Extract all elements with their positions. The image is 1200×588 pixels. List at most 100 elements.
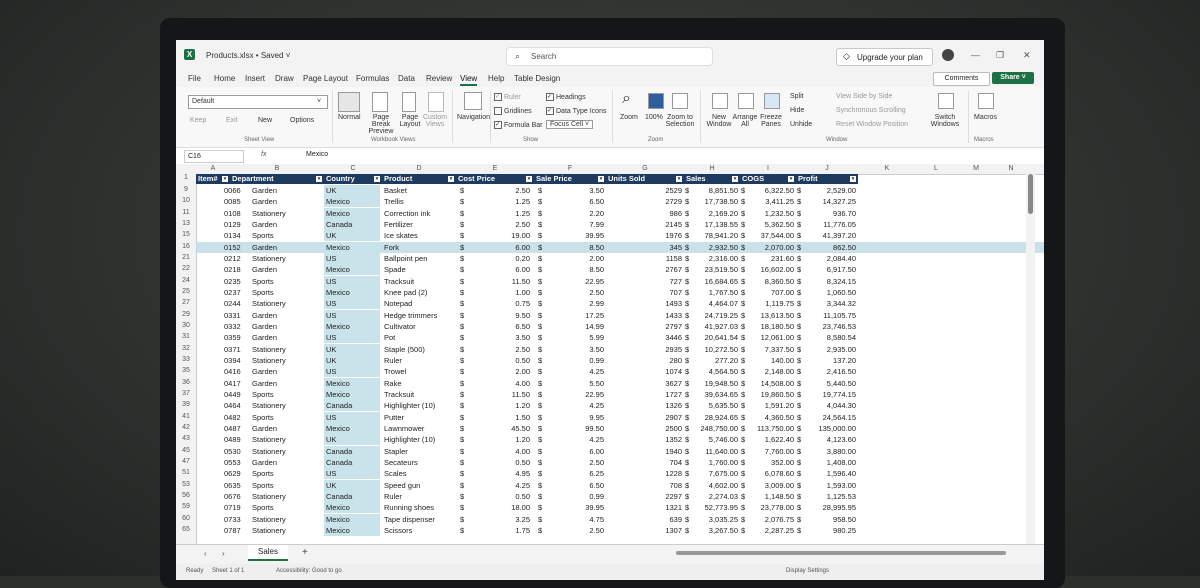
cell-units-sold[interactable]: 1307 bbox=[626, 525, 682, 536]
column-letter[interactable]: N bbox=[996, 165, 1026, 172]
cell-department[interactable]: Sports bbox=[252, 276, 322, 287]
cell-currency[interactable]: $ bbox=[538, 253, 548, 264]
exit-button[interactable]: Exit bbox=[226, 117, 238, 124]
cell-currency[interactable]: $ bbox=[538, 446, 548, 457]
tab-prev-icon[interactable]: ‹ bbox=[204, 549, 207, 558]
table-row[interactable]: 0553 Garden Canada Secateurs $0.50 $2.50 704 $1… bbox=[196, 456, 858, 468]
cell-currency[interactable]: $ bbox=[460, 514, 470, 525]
cell-country[interactable]: Canada bbox=[324, 400, 380, 412]
file-name[interactable]: Products.xlsx • Saved ˅ bbox=[206, 51, 290, 60]
cell-currency[interactable]: $ bbox=[538, 457, 548, 468]
gridlines-checkbox[interactable]: Gridlines bbox=[494, 107, 532, 115]
cell-sales[interactable]: 23,519.50 bbox=[692, 264, 738, 275]
header-department[interactable]: Department ▾ bbox=[230, 174, 324, 184]
cell-sales[interactable]: 17,138.55 bbox=[692, 219, 738, 230]
cell-country[interactable]: UK bbox=[324, 434, 380, 446]
cell-currency[interactable]: $ bbox=[538, 276, 548, 287]
cell-product[interactable]: Cultivator bbox=[384, 321, 456, 332]
cell-currency[interactable]: $ bbox=[538, 230, 548, 241]
cell-sales[interactable]: 1,760.00 bbox=[692, 457, 738, 468]
column-letter[interactable]: K bbox=[858, 165, 916, 172]
cell-sale-price[interactable]: 3.50 bbox=[548, 185, 604, 196]
cell-profit[interactable]: 1,596.40 bbox=[804, 468, 856, 479]
cell-department[interactable]: Garden bbox=[252, 185, 322, 196]
cell-product[interactable]: Secateurs bbox=[384, 457, 456, 468]
cell-item[interactable]: 0359 bbox=[224, 332, 250, 343]
worksheet-grid[interactable]: ABCDEFGHIJKLMN 1 9 10 11 13 15 16 21 22 24 25 27 29 3… bbox=[176, 164, 1044, 544]
cell-currency[interactable]: $ bbox=[538, 355, 548, 366]
cell-item[interactable]: 0787 bbox=[224, 525, 250, 536]
cell-department[interactable]: Garden bbox=[252, 264, 322, 275]
formula-bar-checkbox[interactable]: ✓ Formula Bar bbox=[494, 121, 543, 129]
cell-country[interactable]: US bbox=[324, 309, 380, 321]
cell-sales[interactable]: 3,035.25 bbox=[692, 514, 738, 525]
cell-units-sold[interactable]: 1074 bbox=[626, 366, 682, 377]
cell-profit[interactable]: 135,000.00 bbox=[804, 423, 856, 434]
cell-item[interactable]: 0553 bbox=[224, 457, 250, 468]
cell-cost-price[interactable]: 6.00 bbox=[472, 242, 530, 253]
cell-cogs[interactable]: 12,061.00 bbox=[748, 332, 794, 343]
cell-department[interactable]: Sports bbox=[252, 480, 322, 491]
freeze-panes-icon[interactable] bbox=[764, 93, 780, 109]
header-item[interactable]: Item# ▾ bbox=[196, 174, 230, 184]
cell-currency[interactable]: $ bbox=[460, 276, 470, 287]
row-number[interactable]: 35 bbox=[176, 367, 196, 374]
cell-product[interactable]: Fertilizer bbox=[384, 219, 456, 230]
cell-sales[interactable]: 5,746.00 bbox=[692, 434, 738, 445]
cell-department[interactable]: Stationery bbox=[252, 525, 322, 536]
cell-cogs[interactable]: 3,009.00 bbox=[748, 480, 794, 491]
cell-profit[interactable]: 41,397.20 bbox=[804, 230, 856, 241]
cell-cogs[interactable]: 1,232.50 bbox=[748, 208, 794, 219]
cell-units-sold[interactable]: 1228 bbox=[626, 468, 682, 479]
cell-item[interactable]: 0085 bbox=[224, 196, 250, 207]
column-letter[interactable]: F bbox=[534, 165, 606, 172]
cell-currency[interactable]: $ bbox=[538, 412, 548, 423]
cell-currency[interactable]: $ bbox=[460, 423, 470, 434]
cell-profit[interactable]: 8,324.15 bbox=[804, 276, 856, 287]
table-row[interactable]: 0530 Stationery Canada Stapler $4.00 $6.00 194… bbox=[196, 445, 858, 457]
cell-currency[interactable]: $ bbox=[460, 321, 470, 332]
cell-units-sold[interactable]: 2907 bbox=[626, 412, 682, 423]
horizontal-scrollbar[interactable] bbox=[676, 551, 1006, 555]
cell-profit[interactable]: 3,880.00 bbox=[804, 446, 856, 457]
cell-product[interactable]: Pot bbox=[384, 332, 456, 343]
cell-currency[interactable]: $ bbox=[460, 185, 470, 196]
cell-units-sold[interactable]: 2145 bbox=[626, 219, 682, 230]
cell-product[interactable]: Fork bbox=[384, 242, 456, 253]
cell-currency[interactable]: $ bbox=[460, 412, 470, 423]
cell-units-sold[interactable]: 2529 bbox=[626, 185, 682, 196]
table-row[interactable]: 0134 Sports UK Ice skates $19.00 $39.95 1976 $7… bbox=[196, 230, 858, 242]
cell-sales[interactable]: 277.20 bbox=[692, 355, 738, 366]
tab-next-icon[interactable]: › bbox=[222, 549, 225, 558]
cell-sale-price[interactable]: 6.50 bbox=[548, 196, 604, 207]
cell-units-sold[interactable]: 1326 bbox=[626, 400, 682, 411]
cell-currency[interactable]: $ bbox=[538, 468, 548, 479]
header-saleprice[interactable]: Sale Price ▾ bbox=[534, 174, 606, 184]
cell-cogs[interactable]: 2,287.25 bbox=[748, 525, 794, 536]
cell-units-sold[interactable]: 2935 bbox=[626, 344, 682, 355]
cell-cost-price[interactable]: 4.25 bbox=[472, 480, 530, 491]
ruler-checkbox[interactable]: ✓ Ruler bbox=[494, 93, 521, 101]
cell-department[interactable]: Stationery bbox=[252, 514, 322, 525]
row-number[interactable]: 37 bbox=[176, 390, 196, 397]
table-row[interactable]: 0332 Garden Mexico Cultivator $6.50 $14.99 279… bbox=[196, 320, 858, 332]
cell-cogs[interactable]: 3,411.25 bbox=[748, 196, 794, 207]
column-letter[interactable]: M bbox=[956, 165, 996, 172]
cell-cogs[interactable]: 13,613.50 bbox=[748, 310, 794, 321]
cell-cost-price[interactable]: 45.50 bbox=[472, 423, 530, 434]
arrange-all-icon[interactable] bbox=[738, 93, 754, 109]
cell-cost-price[interactable]: 2.50 bbox=[472, 219, 530, 230]
cell-cost-price[interactable]: 0.20 bbox=[472, 253, 530, 264]
display-settings-button[interactable]: Display Settings bbox=[786, 568, 829, 574]
cell-country[interactable]: US bbox=[324, 332, 380, 344]
cell-item[interactable]: 0129 bbox=[224, 219, 250, 230]
cell-item[interactable]: 0235 bbox=[224, 276, 250, 287]
cell-department[interactable]: Garden bbox=[252, 366, 322, 377]
row-number[interactable]: 9 bbox=[176, 186, 196, 193]
cell-item[interactable]: 0237 bbox=[224, 287, 250, 298]
cell-sales[interactable]: 10,272.50 bbox=[692, 344, 738, 355]
cell-product[interactable]: Speed gun bbox=[384, 480, 456, 491]
cell-profit[interactable]: 11,776.05 bbox=[804, 219, 856, 230]
cell-profit[interactable]: 24,564.15 bbox=[804, 412, 856, 423]
cell-sales[interactable]: 8,851.50 bbox=[692, 185, 738, 196]
